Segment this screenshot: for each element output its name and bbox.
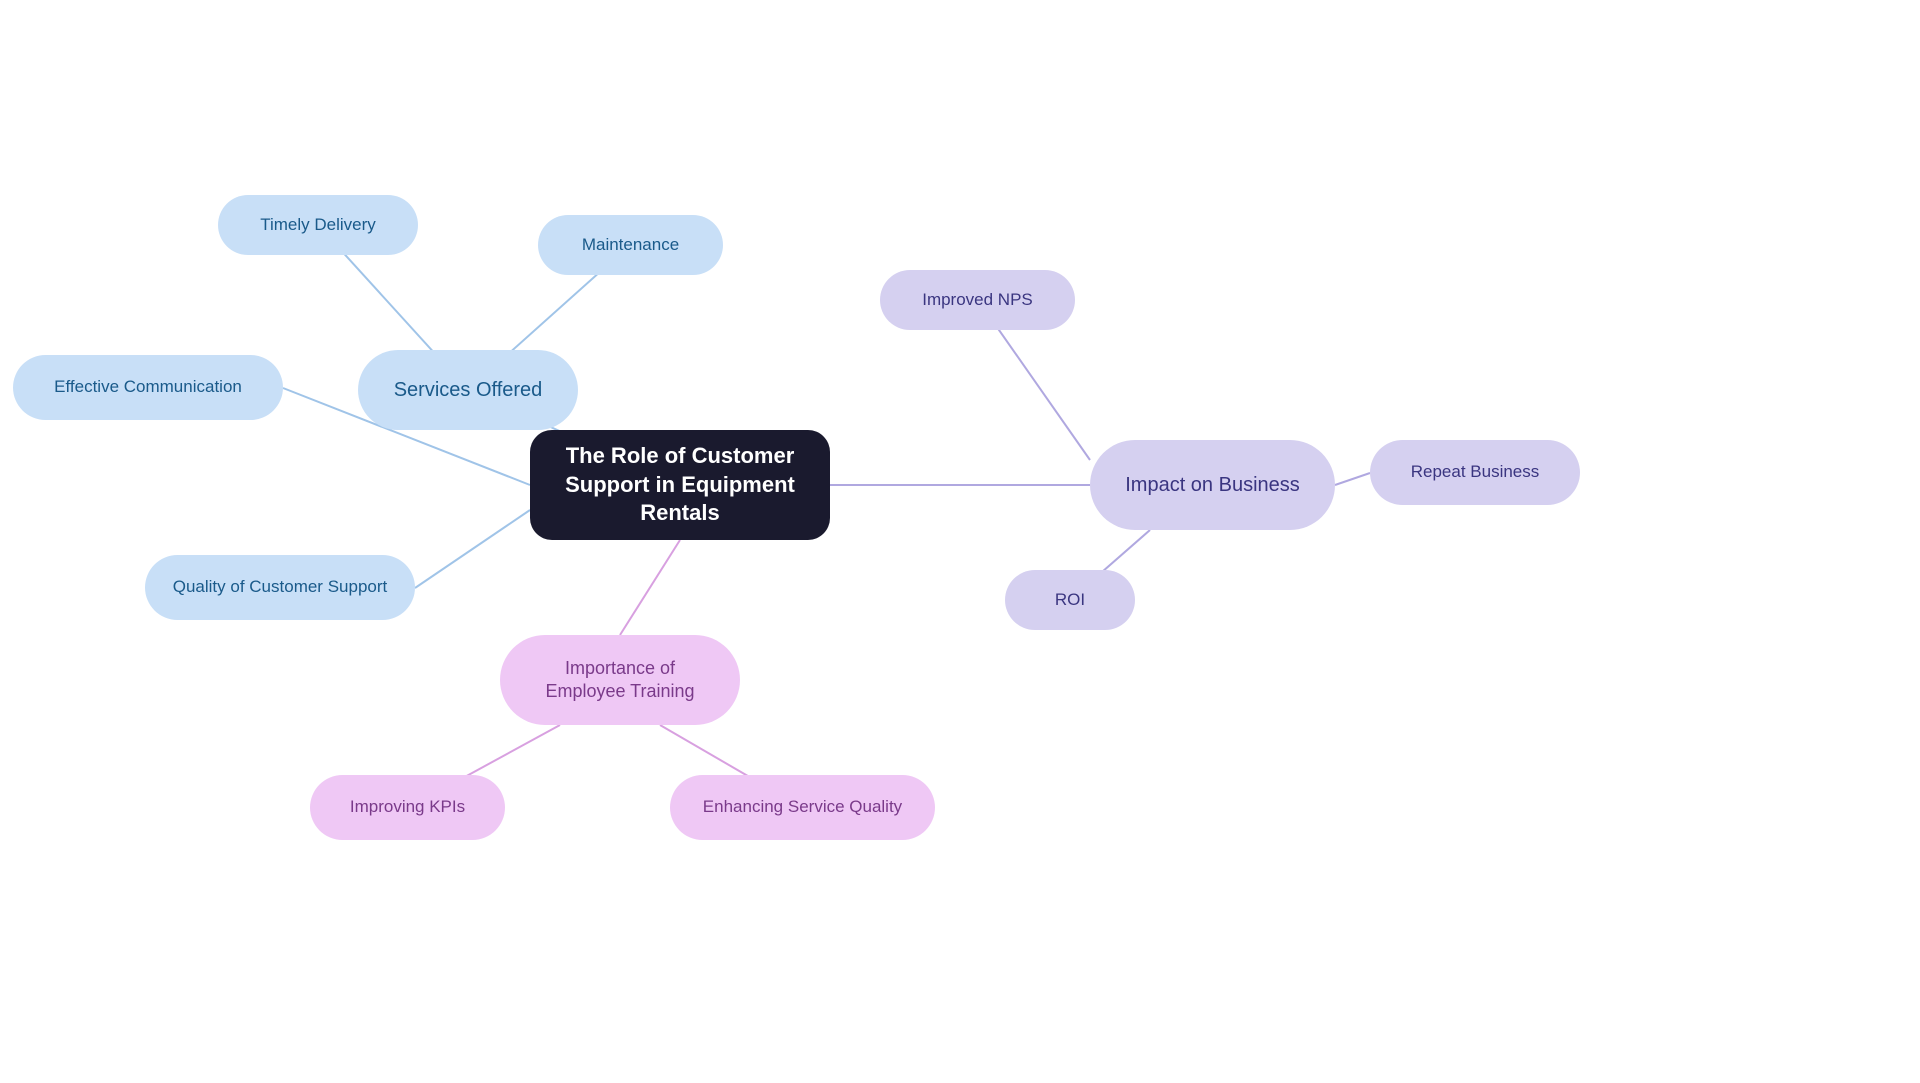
node-center[interactable]: The Role of Customer Support in Equipmen… [530, 430, 830, 540]
node-enhancing-service-quality[interactable]: Enhancing Service Quality [670, 775, 935, 840]
node-improved-nps[interactable]: Improved NPS [880, 270, 1075, 330]
node-impact-on-business[interactable]: Impact on Business [1090, 440, 1335, 530]
node-quality-customer-support[interactable]: Quality of Customer Support [145, 555, 415, 620]
node-repeat-business[interactable]: Repeat Business [1370, 440, 1580, 505]
node-effective-communication[interactable]: Effective Communication [13, 355, 283, 420]
node-roi[interactable]: ROI [1005, 570, 1135, 630]
node-services-offered[interactable]: Services Offered [358, 350, 578, 430]
node-maintenance[interactable]: Maintenance [538, 215, 723, 275]
node-improving-kpis[interactable]: Improving KPIs [310, 775, 505, 840]
node-timely-delivery[interactable]: Timely Delivery [218, 195, 418, 255]
node-importance-employee-training[interactable]: Importance of Employee Training [500, 635, 740, 725]
